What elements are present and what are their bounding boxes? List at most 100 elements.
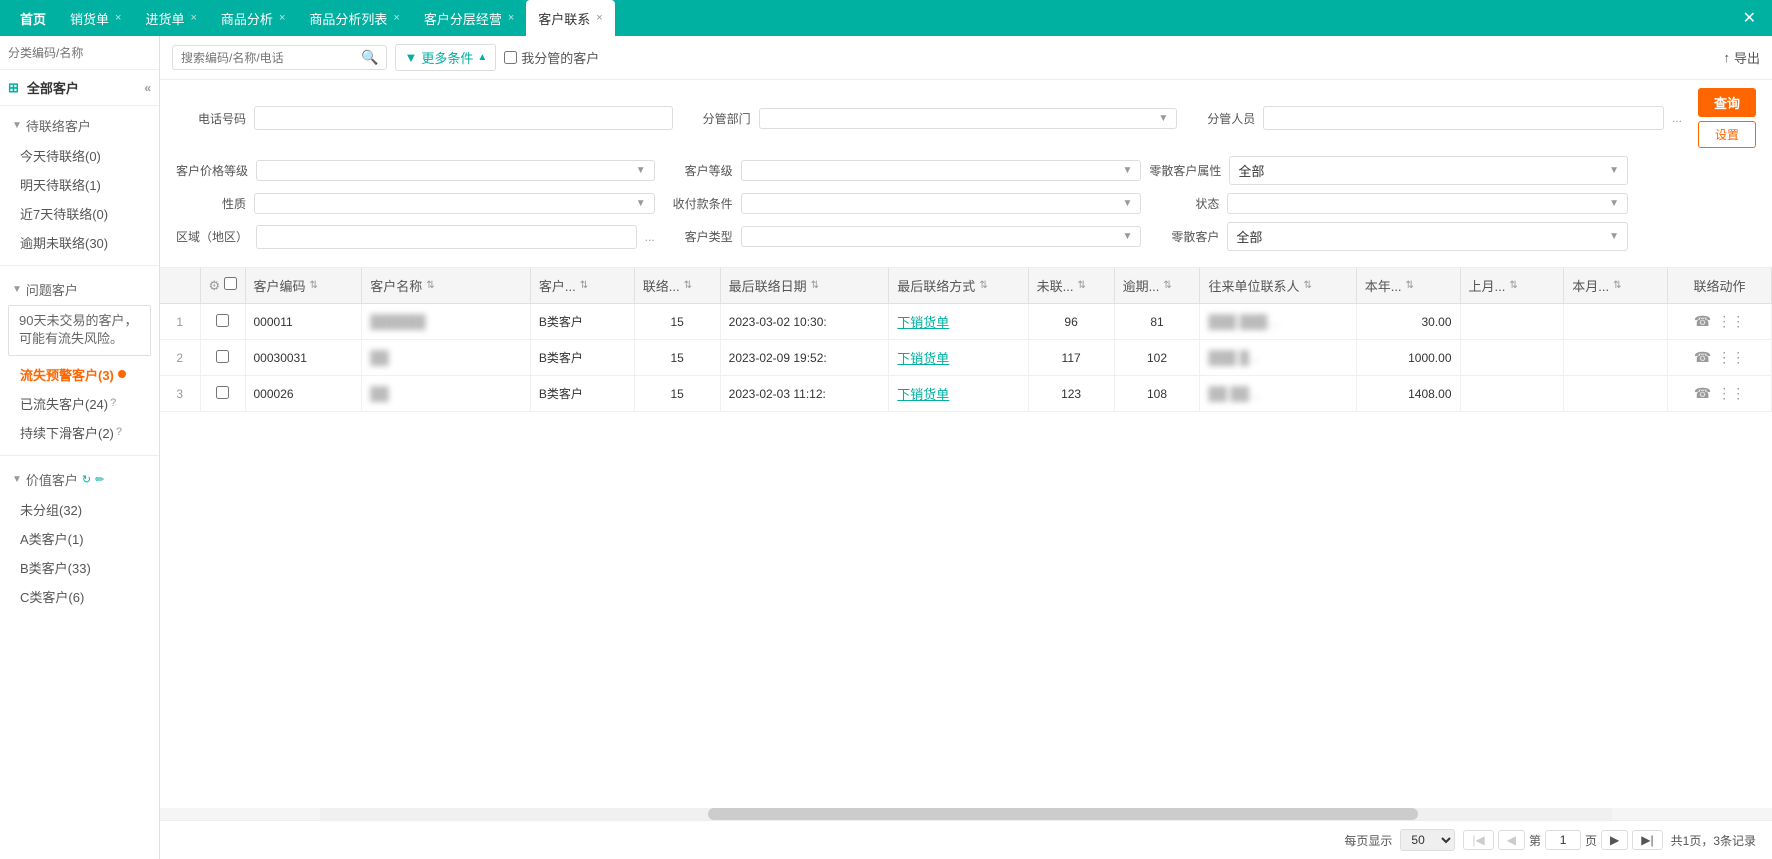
sort-icon[interactable]: ⇅	[1613, 280, 1621, 291]
collapse-icon[interactable]: «	[144, 81, 151, 95]
horizontal-scrollbar[interactable]	[320, 808, 1612, 820]
tab-customer-contact[interactable]: 客户联系 ×	[526, 0, 614, 36]
page-size-select[interactable]: 50 100 200	[1400, 829, 1455, 851]
sidebar-item-overdue-contact[interactable]: 逾期未联络(30)	[0, 228, 159, 257]
cell-method: 下销货单	[889, 376, 1028, 412]
sidebar-item-declining[interactable]: 持续下滑客户(2) ?	[0, 418, 159, 447]
row-checkbox[interactable]	[216, 350, 229, 363]
person-input[interactable]	[1263, 106, 1664, 130]
sidebar-group-pending-title[interactable]: ▼ 待联络客户	[0, 110, 159, 141]
export-button[interactable]: ↑ 导出	[1723, 48, 1760, 67]
close-icon[interactable]: ×	[508, 12, 514, 24]
method-link[interactable]: 下销货单	[897, 351, 949, 366]
sidebar-item-tomorrow-pending[interactable]: 明天待联络(1)	[0, 170, 159, 199]
close-icon[interactable]: ×	[596, 12, 602, 24]
method-link[interactable]: 下销货单	[897, 387, 949, 402]
all-customers-header[interactable]: ⊞ 全部客户 «	[0, 70, 159, 106]
prev-page-button[interactable]: ◀	[1498, 830, 1525, 850]
sidebar-item-class-b[interactable]: B类客户(33)	[0, 553, 159, 582]
tab-purchase-order[interactable]: 进货单 ×	[133, 0, 208, 36]
sidebar-item-churn-warning[interactable]: 流失预警客户(3)	[0, 360, 159, 389]
more-action-icon[interactable]: ⋮⋮	[1717, 349, 1745, 366]
sort-icon[interactable]: ⇅	[1406, 280, 1414, 291]
tab-product-analysis-list[interactable]: 商品分析列表 ×	[297, 0, 411, 36]
price-level-select[interactable]: ▼	[256, 160, 655, 181]
contact-icon[interactable]: ☎	[1694, 313, 1711, 330]
region-more-dots[interactable]: ...	[645, 230, 655, 244]
sidebar-group-problem-title[interactable]: ▼ 问题客户	[0, 274, 159, 305]
tab-sales-order[interactable]: 销货单 ×	[58, 0, 133, 36]
gender-select[interactable]: ▼	[254, 193, 655, 214]
customer-level-select[interactable]: ▼	[741, 160, 1142, 181]
sort-icon[interactable]: ⇅	[1509, 280, 1517, 291]
sort-icon[interactable]: ⇅	[684, 280, 692, 291]
sidebar-item-7days-pending[interactable]: 近7天待联络(0)	[0, 199, 159, 228]
scrollbar-thumb[interactable]	[708, 808, 1419, 820]
settings-button[interactable]: 设置	[1698, 121, 1756, 148]
chevron-down-icon: ▼	[636, 198, 646, 209]
payment-select[interactable]: ▼	[741, 193, 1142, 214]
zero-attr-select[interactable]: 全部 ▼	[1229, 156, 1628, 185]
cell-type: B类客户	[530, 304, 634, 340]
close-icon[interactable]: ×	[279, 12, 285, 24]
my-customers-checkbox-label[interactable]: 我分管的客户	[504, 48, 599, 67]
phone-input[interactable]	[254, 106, 673, 130]
sidebar-group-value-title[interactable]: ▼ 价值客户 ↻ ✏	[0, 464, 159, 495]
more-dots[interactable]: ...	[1672, 111, 1682, 125]
sidebar-item-class-a[interactable]: A类客户(1)	[0, 524, 159, 553]
cell-action: ☎ ⋮⋮	[1668, 340, 1772, 376]
dept-select[interactable]: ▼	[759, 108, 1178, 129]
status-select[interactable]: ▼	[1227, 193, 1628, 214]
cell-action: ☎ ⋮⋮	[1668, 376, 1772, 412]
region-input[interactable]	[256, 225, 637, 249]
next-page-button[interactable]: ▶	[1601, 830, 1628, 850]
more-action-icon[interactable]: ⋮⋮	[1717, 385, 1745, 402]
sort-icon[interactable]: ⇅	[426, 280, 434, 291]
sidebar-item-class-c[interactable]: C类客户(6)	[0, 582, 159, 611]
customer-type-select[interactable]: ▼	[741, 226, 1142, 247]
sort-icon[interactable]: ⇅	[580, 280, 588, 291]
edit-icon[interactable]: ✏	[95, 473, 104, 486]
page-number-input[interactable]	[1545, 830, 1581, 850]
sidebar-item-churned[interactable]: 已流失客户(24) ?	[0, 389, 159, 418]
cell-overdue: 102	[1114, 340, 1200, 376]
more-conditions-button[interactable]: ▼ 更多条件 ▲	[395, 44, 496, 71]
sort-icon[interactable]: ⇅	[1077, 280, 1085, 291]
refresh-icon[interactable]: ↻	[82, 473, 91, 486]
close-icon[interactable]: ×	[190, 12, 196, 24]
row-checkbox[interactable]	[216, 314, 229, 327]
close-icon[interactable]: ×	[115, 12, 121, 24]
search-icon[interactable]: 🔍	[361, 49, 378, 66]
search-input[interactable]	[181, 51, 361, 65]
row-checkbox[interactable]	[216, 386, 229, 399]
sort-icon[interactable]: ⇅	[1163, 280, 1171, 291]
contact-icon[interactable]: ☎	[1694, 349, 1711, 366]
more-action-icon[interactable]: ⋮⋮	[1717, 313, 1745, 330]
sidebar: 🔍 ⊞ 全部客户 « ▼ 待联络客户 今天待联络(0) 明天待联络(1) 近7天…	[0, 36, 160, 859]
sort-icon[interactable]: ⇅	[1304, 280, 1312, 291]
filter-row-3: 性质 ▼ 收付款条件 ▼ 状态	[176, 193, 1756, 214]
first-page-button[interactable]: |◀	[1463, 830, 1493, 850]
sort-icon[interactable]: ⇅	[979, 280, 987, 291]
tab-product-analysis[interactable]: 商品分析 ×	[209, 0, 297, 36]
select-all-checkbox[interactable]	[224, 277, 237, 290]
tab-customer-tier[interactable]: 客户分层经营 ×	[412, 0, 526, 36]
method-link[interactable]: 下销货单	[897, 315, 949, 330]
query-button[interactable]: 查询	[1698, 88, 1756, 117]
gear-icon[interactable]: ⚙	[209, 278, 221, 293]
tab-home[interactable]: 首页	[8, 0, 58, 36]
contact-icon[interactable]: ☎	[1694, 385, 1711, 402]
sort-icon[interactable]: ⇅	[310, 280, 318, 291]
sidebar-item-ungrouped[interactable]: 未分组(32)	[0, 495, 159, 524]
sidebar-item-today-pending[interactable]: 今天待联络(0)	[0, 141, 159, 170]
region-field: 区域（地区） ...	[176, 225, 655, 249]
sidebar-search-input[interactable]	[8, 46, 160, 60]
window-close-button[interactable]: ✕	[1735, 8, 1764, 28]
close-icon[interactable]: ×	[393, 12, 399, 24]
last-page-button[interactable]: ▶|	[1632, 830, 1662, 850]
sort-icon[interactable]: ⇅	[811, 280, 819, 291]
zero-customer-select[interactable]: 全部 ▼	[1227, 222, 1628, 251]
th-last-month: 上月... ⇅	[1460, 268, 1564, 304]
main-layout: 🔍 ⊞ 全部客户 « ▼ 待联络客户 今天待联络(0) 明天待联络(1) 近7天…	[0, 36, 1772, 859]
my-customers-checkbox[interactable]	[504, 51, 517, 64]
